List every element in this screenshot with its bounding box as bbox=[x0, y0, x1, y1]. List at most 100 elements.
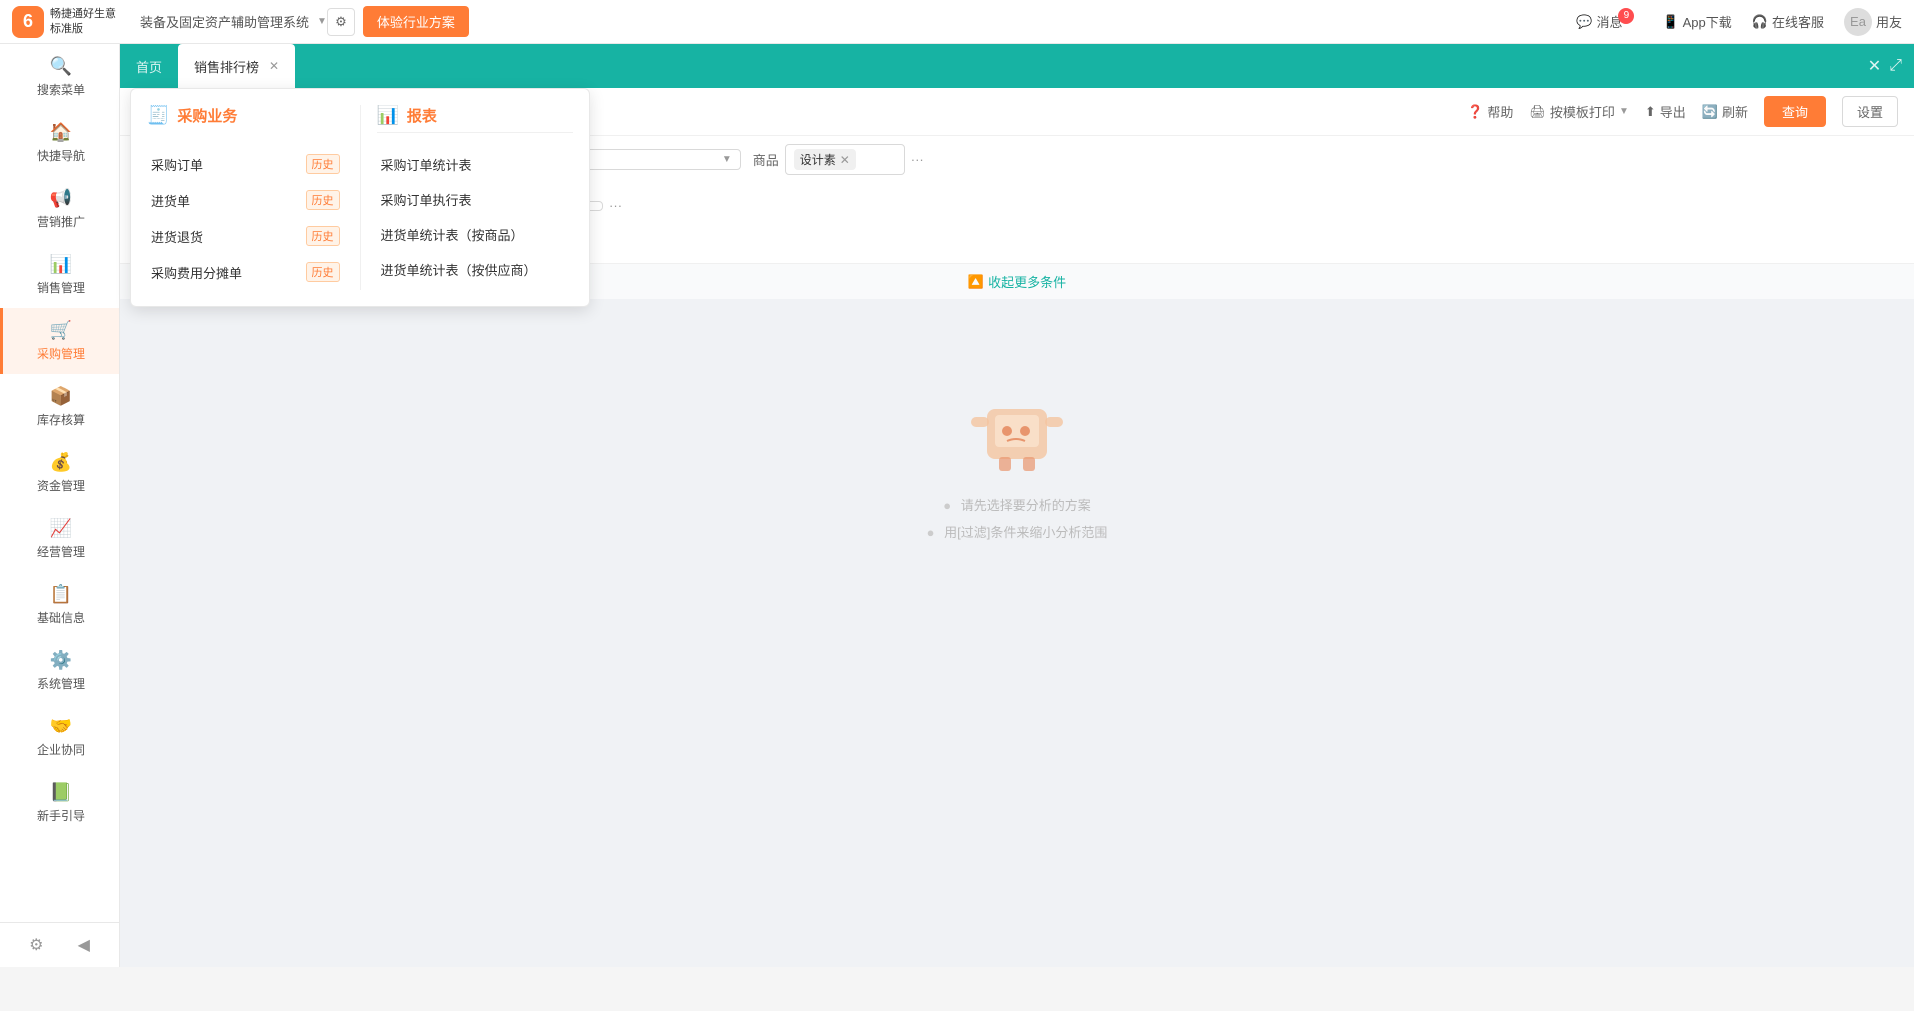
sidebar-item-quicknav[interactable]: 🏠 快捷导航 bbox=[0, 110, 119, 176]
tab-home-label: 首页 bbox=[136, 57, 162, 76]
sidebar-item-marketing[interactable]: 📢 营销推广 bbox=[0, 176, 119, 242]
settings-button[interactable]: 设置 bbox=[1842, 96, 1898, 127]
tab-close-all-icon[interactable]: ✕ bbox=[1868, 56, 1881, 76]
sidebar-item-enterprise[interactable]: 🤝 企业协同 bbox=[0, 704, 119, 770]
purchase-arrival-label: 进货单 bbox=[151, 191, 190, 210]
app-download-button[interactable]: 📱 App下载 bbox=[1662, 12, 1731, 31]
purchase-icon: 🛒 bbox=[50, 320, 72, 341]
logo-line2: 标准版 bbox=[50, 22, 116, 36]
report-title: 报表 bbox=[407, 105, 437, 126]
print-icon: 🖨 bbox=[1529, 104, 1546, 120]
product-dots[interactable]: ··· bbox=[911, 152, 924, 167]
product-filter: 商品 设计素 ✕ ··· bbox=[753, 144, 924, 175]
menu-purchase-arrival[interactable]: 进货单 历史 bbox=[147, 182, 344, 218]
purchase-business-col: 🧾 采购业务 采购订单 历史 进货单 历史 进货退货 历史 采购费用分摊单 历史 bbox=[147, 105, 344, 290]
sidebar-collapse-icon[interactable]: ◀ bbox=[78, 935, 90, 955]
ops-icon: 📈 bbox=[50, 518, 72, 539]
sidebar-label-finance: 资金管理 bbox=[37, 477, 85, 494]
help-label: 帮助 bbox=[1487, 102, 1513, 121]
top-bar-right-area: 💬 消息 9 📱 App下载 🎧 在线客服 Ea 用友 bbox=[1576, 8, 1902, 36]
print-label: 按模板打印 bbox=[1550, 102, 1615, 121]
finance-icon: 💰 bbox=[50, 452, 72, 473]
tab-home[interactable]: 首页 bbox=[120, 44, 178, 88]
purchase-order-history: 历史 bbox=[306, 154, 340, 174]
search-icon: 🔍 bbox=[50, 56, 72, 77]
empty-hint2-wrapper: ● 用[过滤]条件来缩小分析范围 bbox=[927, 522, 1108, 541]
print-button[interactable]: 🖨 按模板打印 ▼ bbox=[1529, 102, 1628, 121]
sidebar-label-inventory: 库存核算 bbox=[37, 411, 85, 428]
export-label: 导出 bbox=[1660, 102, 1686, 121]
export-icon: ⬆ bbox=[1645, 104, 1656, 120]
enterprise-icon: 🤝 bbox=[50, 716, 72, 737]
product-label: 商品 bbox=[753, 150, 779, 169]
settings-gear-button[interactable]: ⚙ bbox=[327, 8, 355, 36]
online-service-button[interactable]: 🎧 在线客服 bbox=[1752, 12, 1824, 31]
purchase-order-stat-label: 采购订单统计表 bbox=[381, 155, 472, 174]
empty-illustration bbox=[957, 379, 1077, 479]
purchase-return-history: 历史 bbox=[306, 226, 340, 246]
empty-hint1: 请先选择要分析的方案 bbox=[961, 498, 1091, 513]
purchase-arrival-history: 历史 bbox=[306, 190, 340, 210]
sidebar-label-system: 系统管理 bbox=[37, 675, 85, 692]
help-button[interactable]: ❓ 帮助 bbox=[1467, 102, 1513, 121]
purchase-return-label: 进货退货 bbox=[151, 227, 203, 246]
refresh-label: 刷新 bbox=[1722, 102, 1748, 121]
menu-purchase-return[interactable]: 进货退货 历史 bbox=[147, 218, 344, 254]
salesperson-dots[interactable]: ··· bbox=[609, 198, 622, 213]
sidebar-item-operations[interactable]: 📈 经营管理 bbox=[0, 506, 119, 572]
purchase-dropdown-menu: 🧾 采购业务 采购订单 历史 进货单 历史 进货退货 历史 采购费用分摊单 历史… bbox=[130, 88, 590, 307]
export-button[interactable]: ⬆ 导出 bbox=[1645, 102, 1686, 121]
refresh-icon: 🔄 bbox=[1702, 104, 1718, 120]
menu-purchase-order-stat[interactable]: 采购订单统计表 bbox=[377, 147, 574, 182]
product-tag[interactable]: 设计素 ✕ bbox=[794, 149, 856, 170]
refresh-button[interactable]: 🔄 刷新 bbox=[1702, 102, 1748, 121]
sidebar-item-basicinfo[interactable]: 📋 基础信息 bbox=[0, 572, 119, 638]
tab-sales-rank[interactable]: 销售排行榜 ✕ bbox=[178, 44, 295, 88]
sidebar-label-guide: 新手引导 bbox=[37, 807, 85, 824]
sidebar-bottom: ⚙ ◀ bbox=[0, 922, 119, 967]
product-select[interactable]: 设计素 ✕ bbox=[785, 144, 905, 175]
basicinfo-icon: 📋 bbox=[50, 584, 72, 605]
sidebar-item-finance[interactable]: 💰 资金管理 bbox=[0, 440, 119, 506]
collapse-button[interactable]: 🔼 收起更多条件 bbox=[968, 272, 1066, 291]
arrival-stat-supplier-label: 进货单统计表（按供应商） bbox=[381, 260, 537, 279]
sidebar-label-marketing: 营销推广 bbox=[37, 213, 85, 230]
sales-icon: 📊 bbox=[50, 254, 72, 275]
sidebar-item-purchase[interactable]: 🛒 采购管理 bbox=[0, 308, 119, 374]
tab-expand-icon[interactable]: ⤢ bbox=[1889, 57, 1902, 75]
sidebar-item-guide[interactable]: 📗 新手引导 bbox=[0, 770, 119, 836]
sidebar-item-sales[interactable]: 📊 销售管理 bbox=[0, 242, 119, 308]
top-bar: 6 畅捷通好生意 标准版 装备及固定资产辅助管理系统 ▼ ⚙ 体验行业方案 💬 … bbox=[0, 0, 1914, 44]
purchase-business-header: 🧾 采购业务 bbox=[147, 105, 344, 132]
print-dropdown-icon: ▼ bbox=[1619, 106, 1629, 117]
help-icon: ❓ bbox=[1467, 104, 1483, 120]
menu-arrival-stat-supplier[interactable]: 进货单统计表（按供应商） bbox=[377, 252, 574, 287]
report-icon: 📊 bbox=[377, 105, 399, 126]
sidebar-item-inventory[interactable]: 📦 库存核算 bbox=[0, 374, 119, 440]
menu-purchase-expense[interactable]: 采购费用分摊单 历史 bbox=[147, 254, 344, 290]
tab-sales-rank-close[interactable]: ✕ bbox=[269, 59, 279, 73]
system-name: 装备及固定资产辅助管理系统 bbox=[140, 12, 309, 31]
purchase-business-icon: 🧾 bbox=[147, 105, 169, 126]
menu-arrival-stat-product[interactable]: 进货单统计表（按商品） bbox=[377, 217, 574, 252]
sidebar-label-basicinfo: 基础信息 bbox=[37, 609, 85, 626]
arrival-stat-product-label: 进货单统计表（按商品） bbox=[381, 225, 524, 244]
report-header: 📊 报表 bbox=[377, 105, 574, 133]
status-arrow: ▼ bbox=[722, 154, 732, 165]
logo-icon: 6 bbox=[12, 6, 44, 38]
query-button[interactable]: 查询 bbox=[1764, 96, 1826, 127]
sidebar-settings-icon[interactable]: ⚙ bbox=[29, 935, 43, 955]
sidebar-item-search[interactable]: 🔍 搜索菜单 bbox=[0, 44, 119, 110]
menu-purchase-order[interactable]: 采购订单 历史 bbox=[147, 146, 344, 182]
message-button[interactable]: 💬 消息 9 bbox=[1576, 12, 1642, 31]
collapse-label: 收起更多条件 bbox=[988, 272, 1066, 291]
system-dropdown-arrow[interactable]: ▼ bbox=[317, 16, 327, 27]
user-area[interactable]: Ea 用友 bbox=[1844, 8, 1902, 36]
product-tag-close[interactable]: ✕ bbox=[840, 153, 850, 167]
sidebar-item-system[interactable]: ⚙️ 系统管理 bbox=[0, 638, 119, 704]
purchase-order-label: 采购订单 bbox=[151, 155, 203, 174]
sidebar-label-search: 搜索菜单 bbox=[37, 81, 85, 98]
menu-purchase-order-exec[interactable]: 采购订单执行表 bbox=[377, 182, 574, 217]
sidebar-label-sales: 销售管理 bbox=[37, 279, 85, 296]
industry-solution-button[interactable]: 体验行业方案 bbox=[363, 6, 469, 37]
